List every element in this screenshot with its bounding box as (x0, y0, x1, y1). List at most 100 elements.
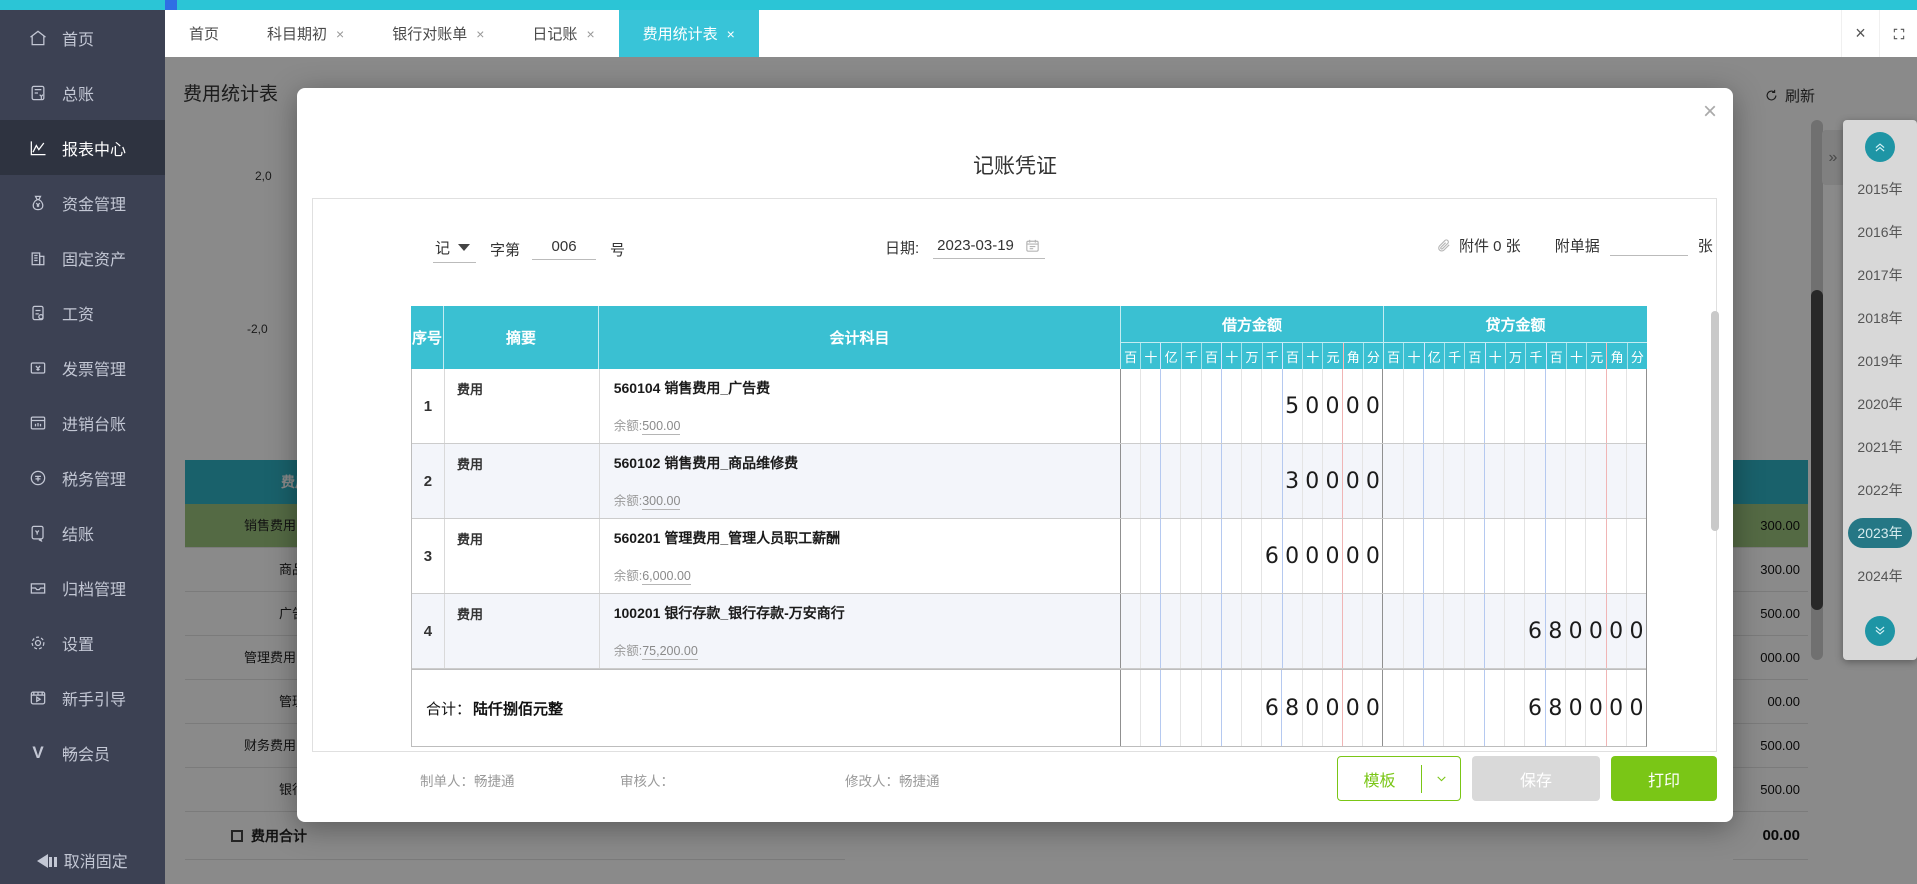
sidebar-item-settings[interactable]: 设置 (0, 615, 165, 670)
sidebar-item-label: 总账 (62, 86, 95, 104)
digit-cell (1483, 594, 1504, 668)
digit-cell (1585, 369, 1605, 443)
tab-expense-report[interactable]: 费用统计表 × (618, 10, 759, 57)
row-account-cell: 560102 销售费用_商品维修费 余额:300.00 (600, 444, 1121, 518)
row-debit-amount: 30000 (1121, 444, 1384, 518)
total-credit-amount: 680000 (1383, 670, 1646, 746)
balance-label: 余额: (613, 644, 643, 658)
voucher-word-select[interactable]: 记 (433, 235, 477, 263)
sidebar-item-home[interactable]: 首页 (0, 10, 165, 65)
digit-cell (1625, 444, 1646, 518)
attachment-button[interactable]: 附件 0 张 (1435, 235, 1521, 256)
sidebar-item-invoice[interactable]: 发票管理 (0, 340, 165, 395)
sidebar-item-salary[interactable]: 工资 (0, 285, 165, 340)
zhang-label: 张 (1697, 238, 1713, 255)
voucher-table-scrollbar[interactable] (1711, 311, 1719, 531)
digit-cell (1383, 670, 1402, 746)
modal-close-button[interactable]: × (1703, 100, 1717, 124)
close-window-button[interactable]: × (1841, 10, 1879, 57)
col-header-no: 序号 (411, 306, 444, 369)
digit-cell (1625, 369, 1646, 443)
year-item-2022[interactable]: 2022年 (1843, 475, 1917, 505)
balance-label: 余额: (613, 569, 643, 583)
digit-cell: 0 (1301, 369, 1322, 443)
digit-cell (1564, 369, 1585, 443)
total-debit-amount: 680000 (1121, 670, 1384, 746)
tab-label: 费用统计表 (642, 26, 718, 43)
digit-cell: 千 (1180, 343, 1201, 369)
sidebar-item-member[interactable]: V 畅会员 (0, 725, 165, 780)
debit-header-label: 借方金额 (1121, 306, 1383, 343)
balance-label: 余额: (613, 494, 643, 508)
voucher-row-4[interactable]: 4 费用 100201 银行存款_银行存款-万安商行 余额:75,200.00 … (412, 594, 1646, 669)
sidebar-item-general-ledger[interactable]: 总账 (0, 65, 165, 120)
sidebar-item-guide[interactable]: 新手引导 (0, 670, 165, 725)
sidebar-item-closing[interactable]: 结账 (0, 505, 165, 560)
digit-cell (1281, 594, 1302, 668)
sidebar-item-funds[interactable]: 资金管理 (0, 175, 165, 230)
digit-cell (1463, 519, 1484, 593)
year-item-2021[interactable]: 2021年 (1843, 432, 1917, 462)
voucher-row-1[interactable]: 1 费用 560104 销售费用_广告费 余额:500.00 50000 (412, 369, 1646, 444)
digit-cell (1423, 670, 1443, 746)
tab-home[interactable]: 首页 (165, 10, 243, 57)
year-item-2016[interactable]: 2016年 (1843, 217, 1917, 247)
voucher-row-2[interactable]: 2 费用 560102 销售费用_商品维修费 余额:300.00 30000 (412, 444, 1646, 519)
digit-cell (1383, 594, 1402, 668)
sidebar-item-archive[interactable]: 归档管理 (0, 560, 165, 615)
tab-close-icon[interactable]: × (586, 26, 594, 42)
fudanju-input[interactable] (1609, 236, 1688, 256)
digit-cell: 6 (1261, 670, 1281, 746)
year-item-2023-active[interactable]: 2023年 (1848, 518, 1912, 548)
sidebar-item-label: 报表中心 (62, 141, 127, 159)
date-input[interactable]: 2023-03-19 (933, 235, 1045, 259)
ledger-icon (31, 85, 45, 100)
tab-close-icon[interactable]: × (476, 26, 484, 42)
fullscreen-button[interactable] (1879, 10, 1917, 57)
year-item-2024[interactable]: 2024年 (1843, 561, 1917, 591)
sidebar-item-fixed-assets[interactable]: 固定资产 (0, 230, 165, 285)
year-item-2018[interactable]: 2018年 (1843, 303, 1917, 333)
digit-cell: 0 (1321, 369, 1342, 443)
assets-icon (31, 251, 45, 265)
digit-cell: 亿 (1423, 343, 1444, 369)
year-item-2015[interactable]: 2015年 (1843, 174, 1917, 204)
sidebar-item-report-center[interactable]: 报表中心 (0, 120, 165, 175)
template-button[interactable]: 模板 (1337, 756, 1461, 801)
template-button-label: 模板 (1363, 772, 1396, 790)
voucher-row-3[interactable]: 3 费用 560201 管理费用_管理人员职工薪酬 余额:6,000.00 60… (412, 519, 1646, 594)
year-item-2019[interactable]: 2019年 (1843, 346, 1917, 376)
years-scroll-down-button[interactable] (1865, 616, 1895, 646)
tab-journal[interactable]: 日记账 × (508, 10, 618, 57)
digit-cell: 0 (1564, 594, 1585, 668)
template-dropdown-button[interactable] (1422, 772, 1460, 785)
digit-cell (1362, 594, 1382, 668)
date-label: 日期: (885, 239, 920, 257)
years-scroll-up-button[interactable] (1865, 132, 1895, 162)
year-item-2020[interactable]: 2020年 (1843, 389, 1917, 419)
tab-close-icon[interactable]: × (727, 26, 735, 42)
sidebar-item-tax[interactable]: 税务管理 (0, 450, 165, 505)
sidebar-item-trade-ledger[interactable]: 进销台账 (0, 395, 165, 450)
digit-cell: 0 (1625, 594, 1646, 668)
member-icon: V (32, 742, 44, 762)
tab-bank-statement[interactable]: 银行对账单 × (368, 10, 508, 57)
tab-label: 首页 (189, 26, 220, 43)
unpin-sidebar-button[interactable]: 取消固定 (0, 848, 165, 872)
tab-subject-opening[interactable]: 科目期初 × (243, 10, 368, 57)
row-summary: 费用 (445, 444, 600, 518)
save-button[interactable]: 保存 (1472, 756, 1600, 801)
sidebar-item-label: 工资 (62, 306, 95, 324)
voucher-number-input[interactable]: 006 (532, 238, 597, 260)
row-account-cell: 560104 销售费用_广告费 余额:500.00 (600, 369, 1121, 443)
guide-icon (30, 691, 46, 704)
digit-cell: 8 (1544, 670, 1565, 746)
digit-cell (1524, 519, 1544, 593)
print-button[interactable]: 打印 (1611, 756, 1717, 801)
voucher-date-group: 日期: 2023-03-19 (885, 235, 1045, 259)
year-item-2017[interactable]: 2017年 (1843, 260, 1917, 290)
tab-close-icon[interactable]: × (336, 26, 344, 42)
voucher-table: 序号 摘要 会计科目 借方金额 百十亿千百十万千百十元角分 贷方金额 百十亿千百… (411, 306, 1647, 747)
row-balance: 余额:6,000.00 (613, 565, 691, 585)
digit-cell: 角 (1606, 343, 1626, 369)
